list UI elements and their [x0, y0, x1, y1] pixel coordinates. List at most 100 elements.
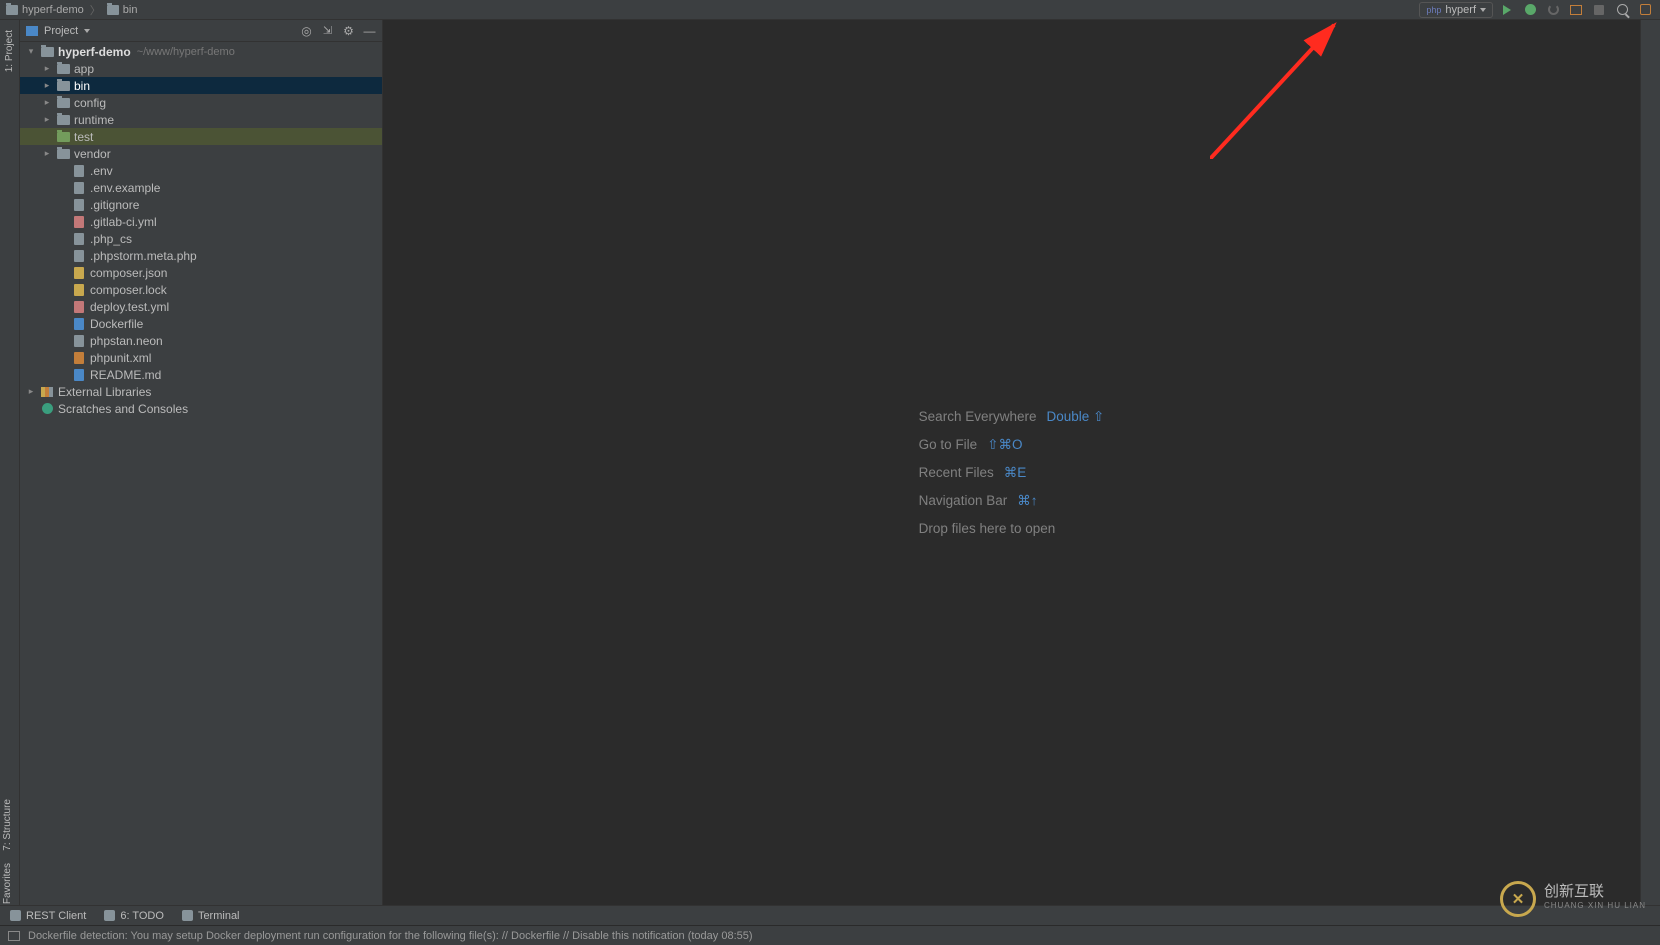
- tree-node[interactable]: config: [20, 94, 382, 111]
- tree-node-label: app: [74, 62, 94, 76]
- project-tree[interactable]: hyperf-demo~/www/hyperf-demo app bin config…: [20, 42, 382, 925]
- file-icon: [74, 250, 84, 262]
- tree-node-label: .phpstorm.meta.php: [90, 249, 197, 263]
- tree-node-label: test: [74, 130, 93, 144]
- welcome-shortcut: ⌘E: [1004, 459, 1027, 487]
- tree-node[interactable]: runtime: [20, 111, 382, 128]
- tree-node[interactable]: vendor: [20, 145, 382, 162]
- tree-node[interactable]: External Libraries: [20, 383, 382, 400]
- expander-icon[interactable]: [42, 114, 52, 125]
- md-icon: [74, 369, 84, 381]
- collapse-icon[interactable]: [321, 24, 334, 37]
- folder-test-icon: [57, 132, 70, 142]
- expander-icon[interactable]: [26, 46, 36, 57]
- watermark: ✕ 创新互联 CHUANG XIN HU LIAN: [1500, 881, 1646, 917]
- welcome-label: Navigation Bar: [919, 487, 1008, 515]
- expander-icon[interactable]: [42, 80, 52, 91]
- status-icon[interactable]: [8, 931, 20, 941]
- welcome-label: Drop files here to open: [919, 515, 1056, 543]
- tree-node[interactable]: Scratches and Consoles: [20, 400, 382, 417]
- json-icon: [74, 267, 84, 279]
- todo-icon: [104, 910, 115, 921]
- tree-node[interactable]: composer.lock: [20, 281, 382, 298]
- tree-node-label: .env.example: [90, 181, 160, 195]
- watermark-sub: CHUANG XIN HU LIAN: [1544, 899, 1646, 913]
- tree-node-label: README.md: [90, 368, 161, 382]
- file-icon: [74, 335, 84, 347]
- search-button[interactable]: [1613, 1, 1631, 19]
- bottom-tab--todo[interactable]: 6: TODO: [104, 910, 164, 922]
- bottom-tab-terminal[interactable]: Terminal: [182, 910, 240, 922]
- tree-node[interactable]: app: [20, 60, 382, 77]
- coverage-icon: [1548, 4, 1559, 15]
- tool-tab-project[interactable]: 1: Project: [0, 24, 19, 78]
- welcome-hints: Search EverywhereDouble ⇧Go to File⇧⌘ORe…: [919, 403, 1105, 543]
- profile-button[interactable]: [1567, 1, 1585, 19]
- hide-icon[interactable]: [363, 24, 376, 37]
- tree-node[interactable]: phpunit.xml: [20, 349, 382, 366]
- welcome-row: Go to File ⇧⌘O: [919, 431, 1105, 459]
- profile-icon: [1570, 5, 1582, 15]
- tool-tab-structure[interactable]: 7: Structure: [0, 793, 15, 857]
- tree-node-label: External Libraries: [58, 385, 151, 399]
- welcome-label: Go to File: [919, 431, 978, 459]
- tree-node-label: composer.lock: [90, 283, 167, 297]
- tree-node-label: bin: [74, 79, 90, 93]
- php-icon: php: [1426, 5, 1441, 15]
- welcome-row: Drop files here to open: [919, 515, 1105, 543]
- tree-node[interactable]: Dockerfile: [20, 315, 382, 332]
- gear-icon[interactable]: [342, 24, 355, 37]
- tree-node[interactable]: deploy.test.yml: [20, 298, 382, 315]
- breadcrumb-separator: 〉: [90, 2, 101, 18]
- tree-node-label: vendor: [74, 147, 111, 161]
- folder-icon: [57, 81, 70, 91]
- bottom-tab-label: 6: TODO: [120, 910, 164, 922]
- tree-node-label: runtime: [74, 113, 114, 127]
- welcome-shortcut: ⇧⌘O: [987, 431, 1022, 459]
- chevron-down-icon: [84, 29, 90, 33]
- stop-button[interactable]: [1590, 1, 1608, 19]
- tree-node[interactable]: .gitlab-ci.yml: [20, 213, 382, 230]
- breadcrumb-item[interactable]: bin: [107, 4, 138, 16]
- run-button[interactable]: [1498, 1, 1516, 19]
- tree-node[interactable]: hyperf-demo~/www/hyperf-demo: [20, 43, 382, 60]
- debug-button[interactable]: [1521, 1, 1539, 19]
- welcome-shortcut: Double ⇧: [1046, 403, 1104, 431]
- tree-node[interactable]: composer.json: [20, 264, 382, 281]
- breadcrumb-item[interactable]: hyperf-demo: [6, 4, 84, 16]
- locate-icon[interactable]: [300, 24, 313, 37]
- expander-icon[interactable]: [42, 63, 52, 74]
- docker-icon: [74, 318, 84, 330]
- project-tool-window: Project hyperf-demo~/www/hyperf-demo app b…: [20, 20, 383, 925]
- editor-empty-state[interactable]: Search EverywhereDouble ⇧Go to File⇧⌘ORe…: [383, 20, 1640, 925]
- bottom-tab-label: REST Client: [26, 910, 86, 922]
- tree-node[interactable]: .phpstorm.meta.php: [20, 247, 382, 264]
- tree-node[interactable]: README.md: [20, 366, 382, 383]
- tree-node-label: config: [74, 96, 106, 110]
- tree-node-label: .gitlab-ci.yml: [90, 215, 157, 229]
- search-icon: [1617, 4, 1628, 15]
- run-configuration-selector[interactable]: php hyperf: [1419, 2, 1493, 18]
- expander-icon[interactable]: [42, 148, 52, 159]
- tree-node[interactable]: phpstan.neon: [20, 332, 382, 349]
- expander-icon[interactable]: [26, 386, 36, 397]
- update-icon: [1640, 4, 1651, 15]
- breadcrumb: hyperf-demo 〉 bin: [6, 2, 137, 18]
- folder-icon: [107, 5, 119, 15]
- welcome-row: Search EverywhereDouble ⇧: [919, 403, 1105, 431]
- coverage-button[interactable]: [1544, 1, 1562, 19]
- bottom-tool-stripe: REST Client 6: TODO Terminal: [0, 905, 1660, 925]
- update-button[interactable]: [1636, 1, 1654, 19]
- expander-icon[interactable]: [42, 97, 52, 108]
- tree-node[interactable]: bin: [20, 77, 382, 94]
- tree-node[interactable]: .php_cs: [20, 230, 382, 247]
- bottom-tab-rest-client[interactable]: REST Client: [10, 910, 86, 922]
- tree-node[interactable]: .env: [20, 162, 382, 179]
- folder-root-icon: [41, 47, 54, 57]
- tree-node[interactable]: .gitignore: [20, 196, 382, 213]
- welcome-shortcut: ⌘↑: [1017, 487, 1037, 515]
- project-panel-title[interactable]: Project: [26, 25, 90, 37]
- tree-node-label: composer.json: [90, 266, 167, 280]
- tree-node[interactable]: .env.example: [20, 179, 382, 196]
- tree-node[interactable]: test: [20, 128, 382, 145]
